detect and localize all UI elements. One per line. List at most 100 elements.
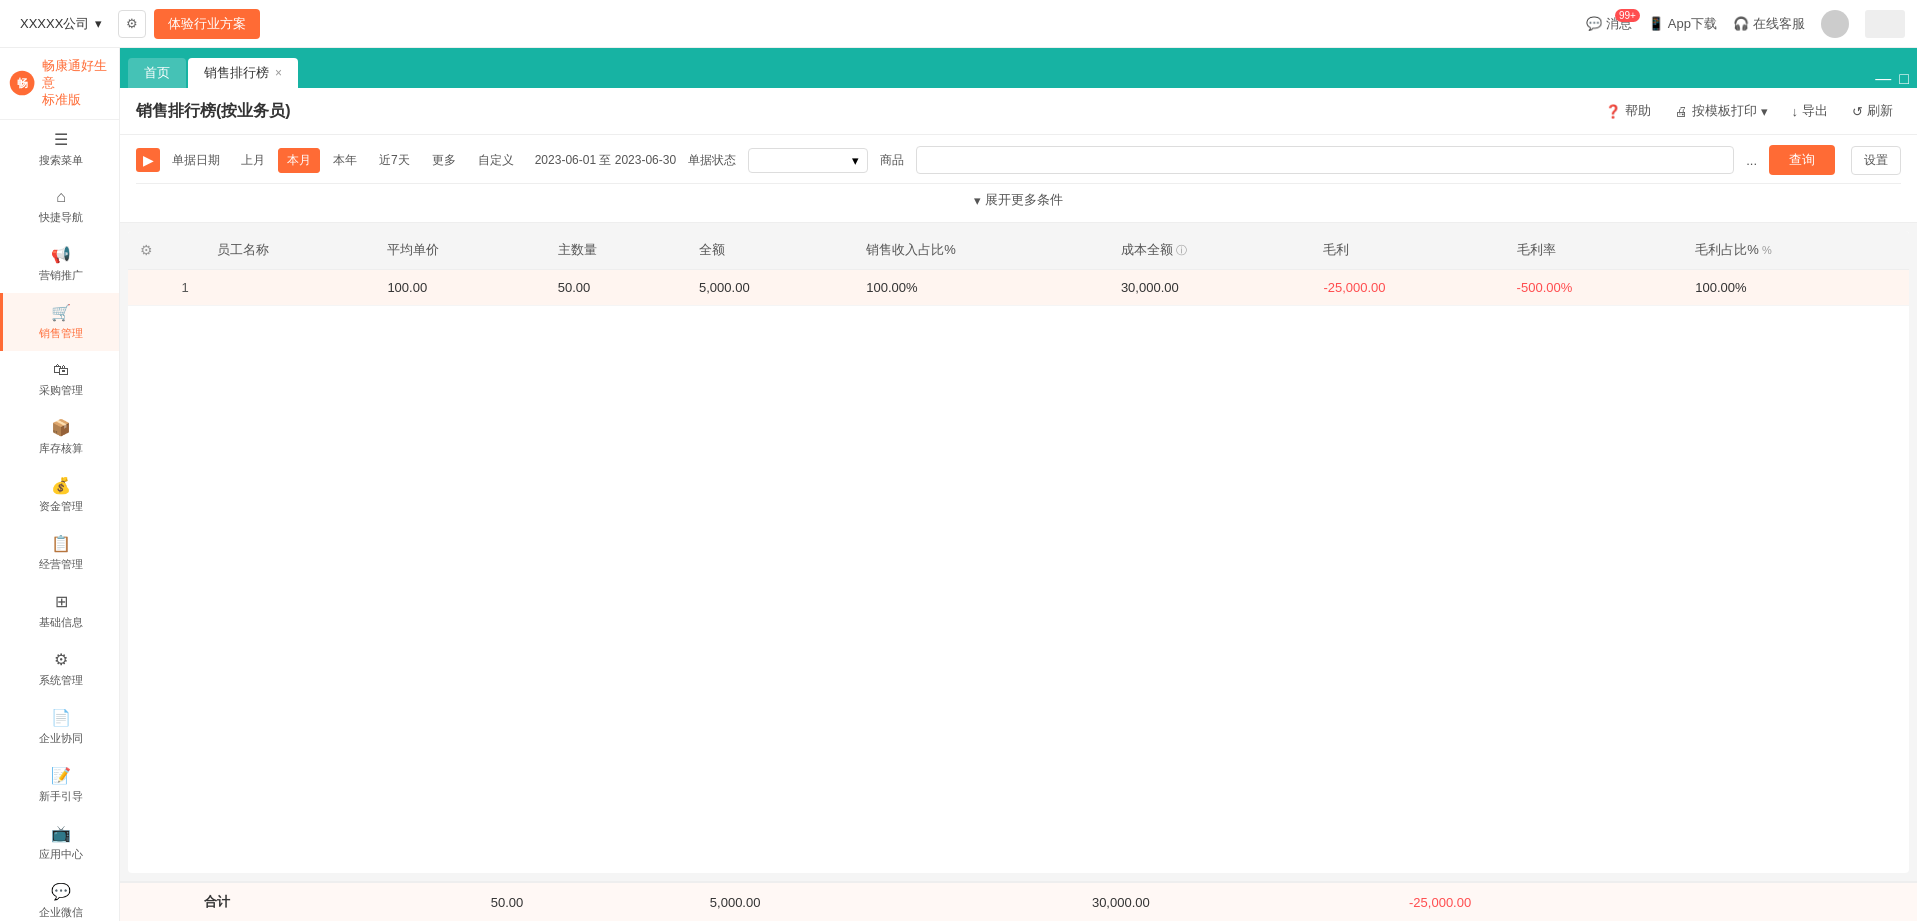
footer-row: 合计 50.00 5,000.00 30,000.00 -25,000.00 (120, 883, 1917, 921)
sidebar-item-inventory[interactable]: 📦 库存核算 (0, 408, 119, 466)
gross-pct-info-icon[interactable]: % (1762, 244, 1772, 256)
sidebar-item-operations[interactable]: 📋 经营管理 (0, 524, 119, 582)
print-btn[interactable]: 🖨 按模板打印 ▾ (1667, 98, 1776, 124)
tab-sales-ranking[interactable]: 销售排行榜 × (188, 58, 298, 88)
page-content: 销售排行榜(按业务员) ❓ 帮助 🖨 按模板打印 ▾ ↓ 导出 (120, 88, 1917, 921)
search-menu-icon: ☰ (54, 130, 68, 149)
message-button[interactable]: 💬 消息 99+ (1586, 15, 1632, 33)
th-gross-rate: 毛利率 (1505, 231, 1684, 270)
td-rank: 1 (165, 270, 205, 306)
query-button[interactable]: 查询 (1769, 145, 1835, 175)
tab-bar: 首页 销售排行榜 × — □ (120, 48, 1917, 88)
td-main-qty: 50.00 (546, 270, 687, 306)
th-gross-pct: 毛利占比% % (1683, 231, 1909, 270)
filter-row-1: ▶ 单据日期 上月 本月 本年 近7天 更多 自定义 2023-06-01 至 … (136, 145, 1901, 175)
more-filters-icon[interactable]: ... (1746, 153, 1757, 168)
footer-amount: 5,000.00 (698, 883, 987, 921)
filter-bar: ▶ 单据日期 上月 本月 本年 近7天 更多 自定义 2023-06-01 至 … (120, 135, 1917, 223)
tab-close-btn[interactable]: × (275, 66, 282, 80)
date-curr-month-btn[interactable]: 本月 (278, 148, 320, 173)
refresh-btn[interactable]: ↺ 刷新 (1844, 98, 1901, 124)
header-right: 💬 消息 99+ 📱 App下载 🎧 在线客服 (1586, 10, 1905, 38)
date-label: 单据日期 (172, 152, 220, 169)
online-service-button[interactable]: 🎧 在线客服 (1733, 15, 1805, 33)
td-name (205, 270, 375, 306)
export-icon: ↓ (1792, 104, 1799, 119)
home-icon: ⌂ (56, 188, 66, 206)
sidebar-item-quick-nav[interactable]: ⌂ 快捷导航 (0, 178, 119, 235)
sales-ranking-table: ⚙ 员工名称 平均单价 主数量 (128, 231, 1909, 306)
sidebar-item-wechat[interactable]: 💬 企业微信 (0, 872, 119, 921)
status-select[interactable]: ▾ (748, 148, 868, 173)
footer-gross-rate (1731, 883, 1824, 921)
th-amount: 全额 (687, 231, 854, 270)
help-btn[interactable]: ❓ 帮助 (1597, 98, 1659, 124)
tab-bar-right: — □ (1867, 70, 1917, 88)
date-prev-month-btn[interactable]: 上月 (232, 148, 274, 173)
app-download-button[interactable]: 📱 App下载 (1648, 15, 1717, 33)
expand-conditions-btn[interactable]: ▾ 展开更多条件 (966, 188, 1071, 212)
sales-icon: 🛒 (51, 303, 71, 322)
sidebar-item-guide[interactable]: 📝 新手引导 (0, 756, 119, 814)
top-header: XXXXX公司 ▾ ⚙ 体验行业方案 💬 消息 99+ 📱 App下载 🎧 在线… (0, 0, 1917, 48)
filter-toggle-btn[interactable]: ▶ (136, 148, 160, 172)
date-more-btn[interactable]: 更多 (423, 148, 465, 173)
th-name: 员工名称 (205, 231, 375, 270)
guide-icon: 📝 (51, 766, 71, 785)
data-table-container: ⚙ 员工名称 平均单价 主数量 (128, 231, 1909, 873)
date-custom-btn[interactable]: 自定义 (469, 148, 523, 173)
td-icon (128, 270, 165, 306)
th-cost: 成本全额 ⓘ (1109, 231, 1312, 270)
td-avg-price: 100.00 (375, 270, 545, 306)
th-main-qty: 主数量 (546, 231, 687, 270)
user-avatar[interactable] (1821, 10, 1849, 38)
td-gross: -25,000.00 (1311, 270, 1504, 306)
sidebar-item-purchase[interactable]: 🛍 采购管理 (0, 351, 119, 408)
sidebar-item-system[interactable]: ⚙ 系统管理 (0, 640, 119, 698)
th-icon: ⚙ (128, 231, 165, 270)
print-icon: 🖨 (1675, 104, 1688, 119)
wechat-icon: 💬 (51, 882, 71, 901)
footer-gross: -25,000.00 (1397, 883, 1731, 921)
sidebar-item-sales[interactable]: 🛒 销售管理 (0, 293, 119, 351)
sidebar-item-app-center[interactable]: 📺 应用中心 (0, 814, 119, 872)
sidebar-item-basic-info[interactable]: ⊞ 基础信息 (0, 582, 119, 640)
enterprise-icon: 📄 (51, 708, 71, 727)
cost-info-icon[interactable]: ⓘ (1176, 244, 1187, 256)
sidebar-item-enterprise[interactable]: 📄 企业协同 (0, 698, 119, 756)
marketing-icon: 📢 (51, 245, 71, 264)
purchase-icon: 🛍 (53, 361, 69, 379)
operations-icon: 📋 (51, 534, 71, 553)
date-7days-btn[interactable]: 近7天 (370, 148, 419, 173)
table-settings-button[interactable]: 设置 (1851, 146, 1901, 175)
footer-sales-pct (987, 883, 1080, 921)
tab-maximize-btn[interactable]: □ (1899, 70, 1909, 88)
expand-icon: ▾ (974, 193, 981, 208)
company-selector[interactable]: XXXXX公司 ▾ (12, 11, 110, 37)
export-btn[interactable]: ↓ 导出 (1784, 98, 1837, 124)
phone-icon: 📱 (1648, 16, 1664, 31)
message-badge: 99+ (1615, 9, 1640, 22)
tab-home[interactable]: 首页 (128, 58, 186, 88)
print-chevron-icon: ▾ (1761, 104, 1768, 119)
tab-minimize-btn[interactable]: — (1875, 70, 1891, 88)
footer-rank-col (152, 883, 192, 921)
sidebar-item-marketing[interactable]: 📢 营销推广 (0, 235, 119, 293)
td-amount: 5,000.00 (687, 270, 854, 306)
main-layout: 畅 畅康通好生意 标准版 ☰ 搜索菜单 ⌂ 快捷导航 📢 营销推广 🛒 销售管理… (0, 48, 1917, 921)
sidebar-item-search[interactable]: ☰ 搜索菜单 (0, 120, 119, 178)
help-icon: ❓ (1605, 104, 1621, 119)
status-chevron-icon: ▾ (852, 153, 859, 168)
trial-button[interactable]: 体验行业方案 (154, 9, 260, 39)
settings-icon[interactable]: ⚙ (118, 10, 146, 38)
app-logo-text: 畅康通好生意 标准版 (42, 58, 111, 109)
td-sales-pct: 100.00% (854, 270, 1109, 306)
page-header: 销售排行榜(按业务员) ❓ 帮助 🖨 按模板打印 ▾ ↓ 导出 (120, 88, 1917, 135)
date-year-btn[interactable]: 本年 (324, 148, 366, 173)
page-title: 销售排行榜(按业务员) (136, 101, 291, 122)
sidebar-item-finance[interactable]: 💰 资金管理 (0, 466, 119, 524)
app-center-icon: 📺 (51, 824, 71, 843)
table-header-row: ⚙ 员工名称 平均单价 主数量 (128, 231, 1909, 270)
footer-icon-col (120, 883, 152, 921)
goods-input[interactable] (916, 146, 1734, 174)
